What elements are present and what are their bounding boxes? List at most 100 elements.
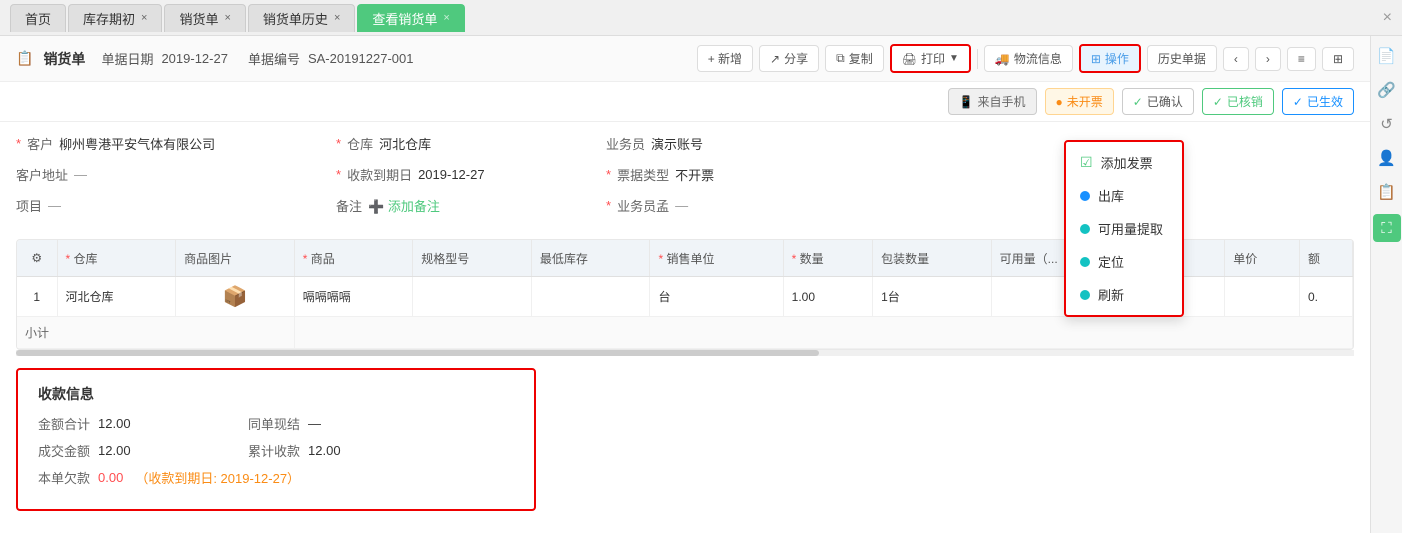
cell-min-stock (531, 277, 650, 317)
tab-inventory-init[interactable]: 库存期初 × (68, 4, 162, 32)
tab-home[interactable]: 首页 (10, 4, 66, 32)
salesman-field: * 业务员孟 — (606, 196, 806, 215)
dropdown-item-invoice[interactable]: ☑ 添加发票 (1066, 146, 1182, 179)
current-owe-item: 本单欠款 0.00 （收款到期日: 2019-12-27） (38, 468, 300, 487)
sidebar-icon-doc[interactable]: 📄 (1375, 44, 1399, 68)
cancel-status-button[interactable]: ✓ 已核销 (1202, 88, 1274, 115)
close-tab-inventory[interactable]: × (141, 12, 147, 24)
table-scroll-hint (16, 350, 1354, 356)
toolbar-divider (977, 49, 978, 69)
refresh-dot (1080, 290, 1090, 300)
col-warehouse: * 仓库 (57, 240, 176, 277)
sidebar-icon-sync[interactable]: ↺ (1375, 112, 1399, 136)
cell-spec (413, 277, 532, 317)
subtotal-label: 小计 (17, 317, 294, 349)
effect-status-button[interactable]: ✓ 已生效 (1282, 88, 1354, 115)
payment-row-2: 成交金额 12.00 累计收款 12.00 (38, 441, 514, 460)
sidebar-icon-clipboard[interactable]: 📋 (1375, 180, 1399, 204)
outbound-dot (1080, 191, 1090, 201)
window-close-button[interactable]: × (1383, 9, 1392, 27)
subtotal-values (294, 317, 1352, 349)
address-field: 客户地址 — (16, 165, 316, 184)
cell-seq: 1 (17, 277, 57, 317)
copy-button[interactable]: ⧉ 复制 (825, 45, 884, 72)
tab-sales-order[interactable]: 销货单 × (164, 4, 245, 32)
print-dropdown-icon: ▼ (949, 53, 959, 64)
sidebar-icon-link[interactable]: 🔗 (1375, 78, 1399, 102)
doc-title-area: 📋 销货单 单据日期 2019-12-27 单据编号 SA-20191227-0… (16, 49, 414, 69)
close-tab-sales-history[interactable]: × (334, 12, 340, 24)
operate-button[interactable]: ⊞ 操作 (1079, 44, 1141, 73)
second-toolbar: 📱 来自手机 ● 未开票 ✓ 已确认 ✓ 已核销 ✓ 已生效 (0, 82, 1370, 122)
invoice-status-icon: ● (1056, 95, 1063, 109)
confirm-button[interactable]: ✓ 已确认 (1122, 88, 1194, 115)
amount-total-item: 金额合计 12.00 (38, 414, 218, 433)
sidebar-icon-expand[interactable]: ⛶ (1373, 214, 1401, 242)
phone-button[interactable]: 📱 来自手机 (948, 88, 1037, 115)
tab-view-sales[interactable]: 查看销货单 × (357, 4, 464, 32)
prev-button[interactable]: ‹ (1223, 47, 1249, 71)
note-field: 备注 ➕ 添加备注 (336, 196, 586, 215)
subtotal-row: 小计 (17, 317, 1353, 349)
next-button[interactable]: › (1255, 47, 1281, 71)
locate-dot (1080, 257, 1090, 267)
dropdown-item-outbound[interactable]: 出库 (1066, 179, 1182, 212)
effect-icon: ✓ (1293, 95, 1303, 109)
close-tab-view-sales[interactable]: × (443, 12, 449, 24)
invoice-type-field: * 票据类型 不开票 (606, 165, 806, 184)
close-tab-sales[interactable]: × (224, 12, 230, 24)
doc-meta: 单据日期 2019-12-27 单据编号 SA-20191227-001 (101, 49, 413, 68)
doc-title: 销货单 (43, 49, 85, 69)
cell-qty: 1.00 (783, 277, 872, 317)
cell-amount: 0. (1300, 277, 1353, 317)
customer-field: * 客户 柳州粤港平安气体有限公司 (16, 134, 316, 153)
payment-box: 收款信息 金额合计 12.00 同单现结 — 成交金额 12.00 累计收款 (16, 368, 536, 511)
gear-icon[interactable]: ⚙ (27, 248, 47, 268)
date-label: 单据日期 2019-12-27 (101, 49, 228, 68)
project-field: 项目 — (16, 196, 316, 215)
staff-field: 业务员 演示账号 (606, 134, 806, 153)
col-gear[interactable]: ⚙ (17, 240, 57, 277)
confirm-icon: ✓ (1133, 95, 1143, 109)
print-button[interactable]: 🖨 打印 ▼ (890, 44, 971, 73)
doc-icon: 📋 (16, 50, 33, 67)
print-icon: 🖨 (902, 52, 917, 66)
col-amount: 额 (1300, 240, 1353, 277)
add-note-button[interactable]: ➕ 添加备注 (368, 196, 440, 215)
cell-warehouse: 河北仓库 (57, 277, 176, 317)
col-spec: 规格型号 (413, 240, 532, 277)
dropdown-item-avail[interactable]: 可用量提取 (1066, 212, 1182, 245)
logistics-icon: 🚚 (995, 52, 1010, 66)
col-price: 单价 (1225, 240, 1300, 277)
invoice-status-button[interactable]: ● 未开票 (1045, 88, 1114, 115)
cancel-icon: ✓ (1213, 95, 1223, 109)
payment-row-1: 金额合计 12.00 同单现结 — (38, 414, 514, 433)
phone-icon: 📱 (959, 95, 974, 109)
share-icon: ↗ (770, 52, 780, 66)
grid-view-button[interactable]: ⊞ (1322, 47, 1354, 71)
list-view-button[interactable]: ≡ (1287, 47, 1316, 71)
operate-icon: ⊞ (1091, 52, 1101, 66)
product-image: 📦 (222, 286, 247, 308)
col-unit: * 销售单位 (650, 240, 783, 277)
number-label: 单据编号 SA-20191227-001 (248, 49, 414, 68)
add-note-icon: ➕ (368, 199, 384, 214)
tab-bar: 首页 库存期初 × 销货单 × 销货单历史 × 查看销货单 × × (0, 0, 1402, 36)
new-button[interactable]: + 新增 (697, 45, 753, 72)
dropdown-item-refresh[interactable]: 刷新 (1066, 278, 1182, 311)
table-scroll-bar[interactable] (16, 350, 819, 356)
warehouse-field: * 仓库 河北仓库 (336, 134, 586, 153)
toolbar-right: + 新增 ↗ 分享 ⧉ 复制 🖨 打印 ▼ 🚚 物流信息 (697, 44, 1354, 73)
logistics-button[interactable]: 🚚 物流信息 (984, 45, 1073, 72)
share-button[interactable]: ↗ 分享 (759, 45, 819, 72)
main-content: 📋 销货单 单据日期 2019-12-27 单据编号 SA-20191227-0… (0, 36, 1370, 533)
col-product: * 商品 (294, 240, 413, 277)
sidebar-icon-user[interactable]: 👤 (1375, 146, 1399, 170)
tab-sales-history[interactable]: 销货单历史 × (248, 4, 355, 32)
cell-image: 📦 (176, 277, 295, 317)
cell-unit: 台 (650, 277, 783, 317)
dropdown-item-locate[interactable]: 定位 (1066, 245, 1182, 278)
payment-title: 收款信息 (38, 384, 514, 404)
history-button[interactable]: 历史单据 (1147, 45, 1217, 72)
col-image: 商品图片 (176, 240, 295, 277)
